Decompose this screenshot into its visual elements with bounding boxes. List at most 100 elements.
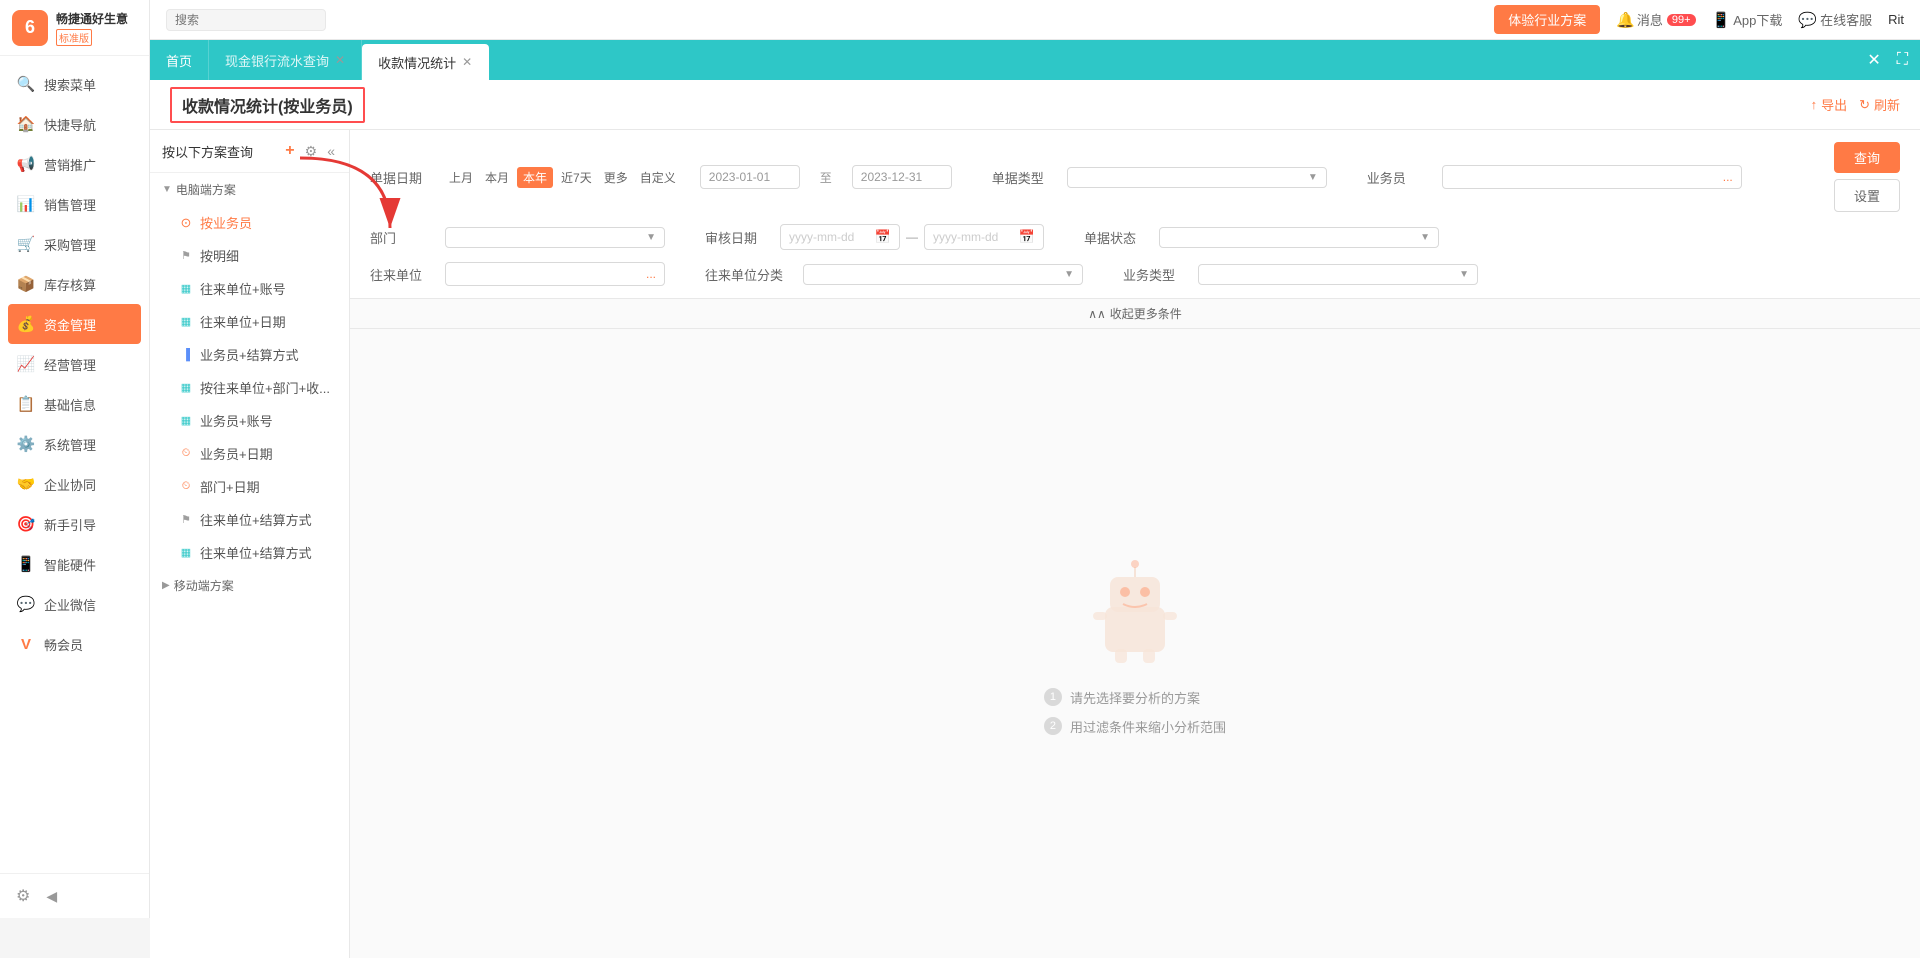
sidebar-item-basic-label: 基础信息 bbox=[44, 395, 96, 414]
scheme-settings-btn[interactable]: ⚙ bbox=[303, 140, 320, 162]
partner-account-icon: ▦ bbox=[178, 281, 194, 297]
empty-tips: 1 请先选择要分析的方案 2 用过滤条件来缩小分析范围 bbox=[1044, 688, 1226, 736]
scheme-item-dept-date[interactable]: ⏲ 部门+日期 bbox=[150, 470, 349, 503]
online-service[interactable]: 💬 在线客服 bbox=[1798, 10, 1872, 29]
sidebar-item-basic[interactable]: 📋 基础信息 bbox=[0, 384, 149, 424]
sidebar-item-search-menu[interactable]: 🔍 搜索菜单 bbox=[0, 64, 149, 104]
scheme-section-mobile-title[interactable]: ▶ 移动端方案 bbox=[150, 569, 349, 602]
date-btn-custom[interactable]: 自定义 bbox=[636, 167, 680, 188]
top-bar-right: 体验行业方案 🔔 消息 99+ 📱 App下载 💬 在线客服 Rit bbox=[1494, 5, 1904, 34]
date-btn-more[interactable]: 更多 bbox=[600, 167, 632, 188]
date-to-input[interactable] bbox=[852, 165, 952, 189]
empty-tip-2: 2 用过滤条件来缩小分析范围 bbox=[1044, 717, 1226, 736]
partner-select[interactable]: ... bbox=[445, 262, 665, 286]
partner-type-select[interactable]: ▼ bbox=[803, 264, 1083, 285]
sidebar-item-hardware[interactable]: 📱 智能硬件 bbox=[0, 544, 149, 584]
sidebar-item-enterprise[interactable]: 🤝 企业协同 bbox=[0, 464, 149, 504]
scheme-item-partner-settle2[interactable]: ▦ 往来单位+结算方式 bbox=[150, 536, 349, 569]
doc-status-chevron: ▼ bbox=[1420, 232, 1430, 243]
tab-collection-stats-close[interactable]: ✕ bbox=[462, 55, 472, 69]
tab-bank-flow-label: 现金银行流水查询 bbox=[225, 51, 329, 70]
sidebar-item-quick-nav[interactable]: 🏠 快捷导航 bbox=[0, 104, 149, 144]
quick-nav-icon: 🏠 bbox=[16, 114, 36, 134]
doc-type-select[interactable]: ▼ bbox=[1067, 167, 1327, 188]
partner-type-chevron: ▼ bbox=[1064, 269, 1074, 280]
header-actions: ↑ 导出 ↻ 刷新 bbox=[1811, 95, 1900, 114]
staff-date-icon: ⏲ bbox=[178, 446, 194, 462]
sidebar-item-marketing[interactable]: 📢 营销推广 bbox=[0, 144, 149, 184]
scheme-item-partner-settle1[interactable]: ⚑ 往来单位+结算方式 bbox=[150, 503, 349, 536]
staff-more-btn[interactable]: ... bbox=[1723, 170, 1733, 184]
scheme-item-staff-account[interactable]: ▦ 业务员+账号 bbox=[150, 404, 349, 437]
sidebar-collapse-btn[interactable]: ◀ bbox=[46, 888, 57, 905]
review-date-dash: — bbox=[906, 230, 918, 244]
date-btn-7days[interactable]: 近7天 bbox=[557, 167, 596, 188]
tab-bank-flow-close[interactable]: ✕ bbox=[335, 53, 345, 67]
notifications-area[interactable]: 🔔 消息 99+ bbox=[1616, 10, 1695, 29]
sidebar-item-sales-label: 销售管理 bbox=[44, 195, 96, 214]
sidebar-settings-btn[interactable]: ⚙ bbox=[16, 886, 30, 906]
tab-bar-actions: ✕ ⛶ bbox=[1863, 40, 1920, 80]
sidebar-item-system[interactable]: ⚙️ 系统管理 bbox=[0, 424, 149, 464]
scheme-item-staff-date[interactable]: ⏲ 业务员+日期 bbox=[150, 437, 349, 470]
sidebar-item-operations[interactable]: 📈 经营管理 bbox=[0, 344, 149, 384]
tab-close-all-btn[interactable]: ✕ bbox=[1863, 46, 1884, 74]
query-btn[interactable]: 查询 bbox=[1834, 142, 1900, 173]
sidebar-item-purchase[interactable]: 🛒 采购管理 bbox=[0, 224, 149, 264]
review-date-from[interactable]: yyyy-mm-dd 📅 bbox=[780, 224, 900, 250]
scheme-item-partner-account[interactable]: ▦ 往来单位+账号 bbox=[150, 272, 349, 305]
hardware-icon: 📱 bbox=[16, 554, 36, 574]
sidebar: 6 畅捷通好生意 标准版 🔍 搜索菜单 🏠 快捷导航 📢 营销推广 📊 销售管理… bbox=[0, 0, 150, 918]
partner-date-label: 往来单位+日期 bbox=[200, 312, 286, 331]
tab-home[interactable]: 首页 bbox=[150, 40, 209, 80]
scheme-collapse-btn[interactable]: « bbox=[325, 140, 337, 162]
tab-collection-stats[interactable]: 收款情况统计 ✕ bbox=[362, 44, 489, 80]
staff-select[interactable]: ... bbox=[1442, 165, 1742, 189]
date-btn-this-month[interactable]: 本月 bbox=[481, 167, 513, 188]
scheme-item-by-detail[interactable]: ⚑ 按明细 bbox=[150, 239, 349, 272]
sidebar-item-sales[interactable]: 📊 销售管理 bbox=[0, 184, 149, 224]
export-btn[interactable]: ↑ 导出 bbox=[1811, 95, 1848, 114]
scheme-section-desktop-title[interactable]: ▼ 电脑端方案 bbox=[150, 173, 349, 206]
sidebar-item-guide[interactable]: 🎯 新手引导 bbox=[0, 504, 149, 544]
top-search-input[interactable] bbox=[166, 9, 326, 31]
scheme-item-partner-dept[interactable]: ▦ 按往来单位+部门+收... bbox=[150, 371, 349, 404]
dept-label: 部门 bbox=[370, 228, 425, 247]
scheme-item-partner-date[interactable]: ▦ 往来单位+日期 bbox=[150, 305, 349, 338]
date-btn-this-year[interactable]: 本年 bbox=[517, 167, 553, 188]
sidebar-item-guide-label: 新手引导 bbox=[44, 515, 96, 534]
sidebar-item-vip[interactable]: V 畅会员 bbox=[0, 624, 149, 664]
staff-settle-icon: ▐ bbox=[178, 347, 194, 363]
sidebar-item-inventory[interactable]: 📦 库存核算 bbox=[0, 264, 149, 304]
trial-btn[interactable]: 体验行业方案 bbox=[1494, 5, 1600, 34]
sidebar-item-finance[interactable]: 💰 资金管理 bbox=[8, 304, 141, 344]
biz-type-select[interactable]: ▼ bbox=[1198, 264, 1478, 285]
dept-select[interactable]: ▼ bbox=[445, 227, 665, 248]
scheme-item-staff-settle[interactable]: ▐ 业务员+结算方式 bbox=[150, 338, 349, 371]
app-download[interactable]: 📱 App下载 bbox=[1712, 10, 1783, 29]
sidebar-item-wechat[interactable]: 💬 企业微信 bbox=[0, 584, 149, 624]
by-staff-icon: ⊙ bbox=[178, 215, 194, 231]
collapse-bar[interactable]: ∧∧ 收起更多条件 bbox=[350, 299, 1920, 329]
scheme-item-by-staff[interactable]: ⊙ 按业务员 bbox=[150, 206, 349, 239]
tab-bank-flow[interactable]: 现金银行流水查询 ✕ bbox=[209, 40, 362, 80]
user-name[interactable]: Rit bbox=[1888, 12, 1904, 27]
review-date-to[interactable]: yyyy-mm-dd 📅 bbox=[924, 224, 1044, 250]
partner-date-icon: ▦ bbox=[178, 314, 194, 330]
dept-date-label: 部门+日期 bbox=[200, 477, 260, 496]
tab-maximize-btn[interactable]: ⛶ bbox=[1893, 47, 1912, 73]
scheme-header-actions: + ⚙ « bbox=[283, 140, 337, 162]
partner-account-label: 往来单位+账号 bbox=[200, 279, 286, 298]
filter-settings-btn[interactable]: 设置 bbox=[1834, 179, 1900, 212]
doc-status-select[interactable]: ▼ bbox=[1159, 227, 1439, 248]
scheme-header: 按以下方案查询 + ⚙ « bbox=[150, 130, 349, 173]
refresh-btn[interactable]: ↻ 刷新 bbox=[1859, 95, 1900, 114]
sidebar-item-operations-label: 经营管理 bbox=[44, 355, 96, 374]
date-btn-last-month[interactable]: 上月 bbox=[445, 167, 477, 188]
partner-more-btn[interactable]: ... bbox=[646, 267, 656, 281]
logo-icon: 6 bbox=[12, 10, 48, 46]
date-from-input[interactable] bbox=[700, 165, 800, 189]
staff-date-label: 业务员+日期 bbox=[200, 444, 273, 463]
sidebar-item-search-menu-label: 搜索菜单 bbox=[44, 75, 96, 94]
scheme-add-btn[interactable]: + bbox=[283, 140, 296, 162]
